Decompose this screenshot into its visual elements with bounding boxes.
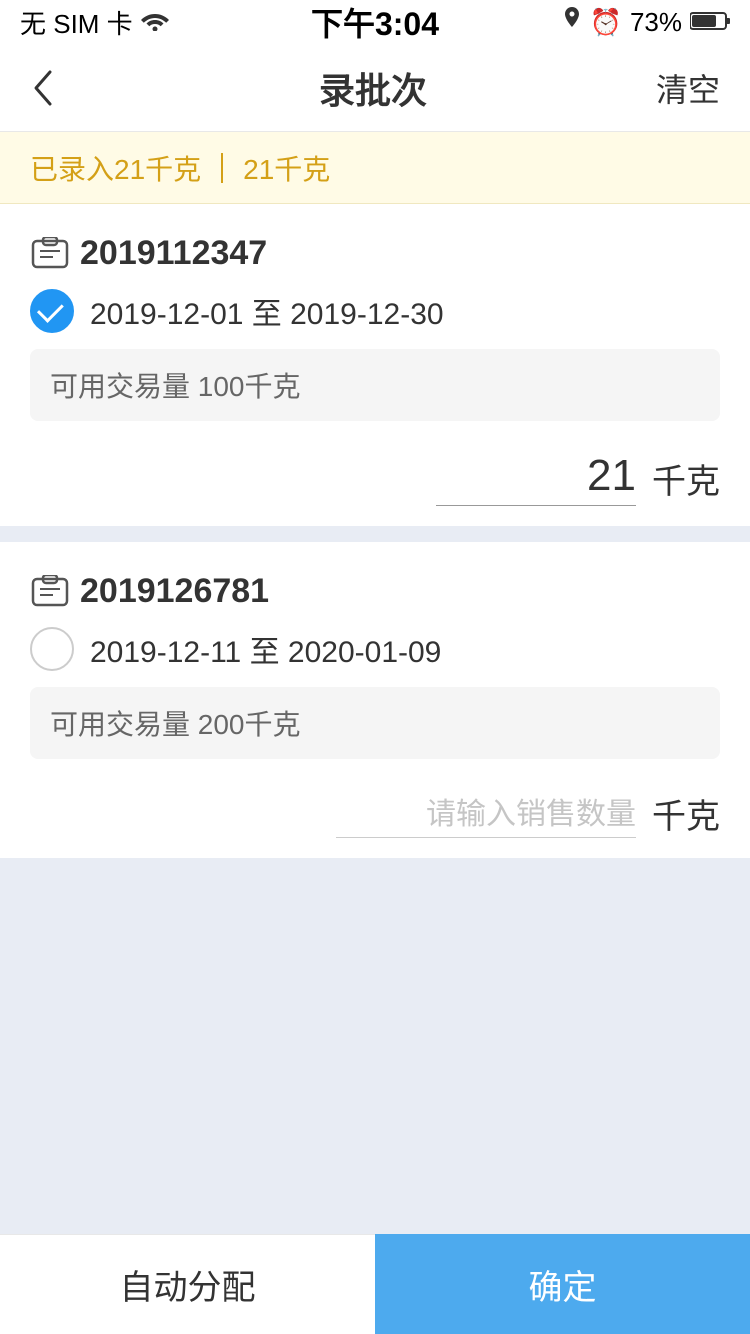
batch-id-2: 2019126781 [80,572,269,611]
info-banner: 已录入21千克 21千克 [0,132,750,204]
confirm-button[interactable]: 确定 [375,1234,750,1334]
nav-bar: 录批次 清空 [0,44,750,132]
carrier-text: 无 SIM 卡 [20,4,133,41]
location-icon [562,7,582,38]
qty-underline-1 [436,505,636,506]
batch-date-row-1: 2019-12-01 至 2019-12-30 [30,289,720,333]
battery-text: 73% [630,7,682,38]
input-unit-2: 千克 [652,789,720,838]
info-label: 已录入21千克 [30,148,201,188]
qty-input-area-1: 21 [436,451,636,506]
input-placeholder-area: 请输入销售数量 [336,789,636,838]
batch-card-1: 2019112347 2019-12-01 至 2019-12-30 可用交易量… [0,204,750,441]
clear-button[interactable]: 清空 [656,65,720,111]
bottom-bar: 自动分配 确定 [0,1234,750,1334]
status-right: ⏰ 73% [562,7,730,38]
back-button[interactable] [30,68,90,108]
auto-assign-button[interactable]: 自动分配 [0,1234,375,1334]
batch-date-row-2: 2019-12-11 至 2020-01-09 [30,627,720,671]
input-row-2: 请输入销售数量 千克 [0,779,750,858]
alarm-icon: ⏰ [590,7,622,38]
batch-card-2: 2019126781 2019-12-11 至 2020-01-09 可用交易量… [0,542,750,779]
status-bar: 无 SIM 卡 下午3:04 ⏰ 73% [0,0,750,44]
input-placeholder-text: 请输入销售数量 [426,789,636,833]
batch-id-1: 2019112347 [80,234,267,273]
batch-id-icon-2 [30,574,70,610]
batch-header-2: 2019126781 [30,572,720,611]
info-value: 21千克 [243,148,330,188]
quantity-value-1: 21 [587,451,636,501]
quantity-row-1: 21 千克 [0,441,750,526]
page-title: 录批次 [319,62,427,114]
batch-availability-1: 可用交易量 100千克 [30,349,720,421]
status-time: 下午3:04 [311,0,439,45]
batch-date-1: 2019-12-01 至 2019-12-30 [90,289,444,333]
batch-availability-2: 可用交易量 200千克 [30,687,720,759]
input-underline-2 [336,837,636,838]
status-left: 无 SIM 卡 [20,4,169,41]
batch-date-2: 2019-12-11 至 2020-01-09 [90,627,441,671]
empty-area [0,858,750,1288]
info-divider [221,153,223,183]
wifi-icon [141,7,169,38]
batch-radio-1[interactable] [30,289,74,333]
batch-id-icon-1 [30,236,70,272]
battery-icon [690,7,730,38]
quantity-unit-1: 千克 [652,454,720,503]
batch-radio-2[interactable] [30,627,74,671]
batch-header-1: 2019112347 [30,234,720,273]
section-divider [0,526,750,542]
